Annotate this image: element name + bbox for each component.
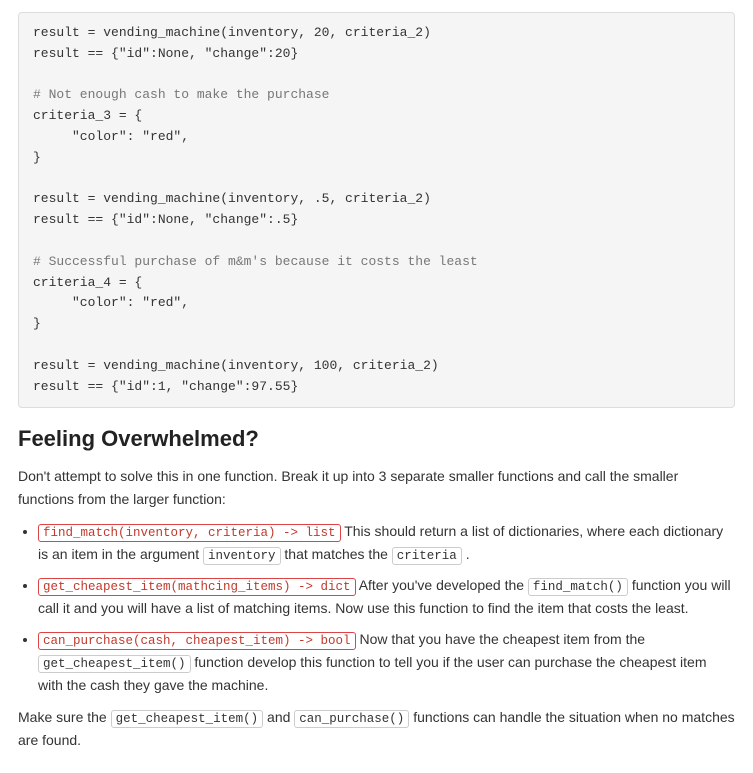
list-item-2: get_cheapest_item(mathcing_items) -> dic… (38, 574, 735, 619)
code-comment-2: # Successful purchase of m&m's because i… (33, 254, 478, 269)
bullet-text-1c: . (466, 546, 470, 562)
code-line-12: result == {"id":1, "change":97.55} (33, 379, 298, 394)
bullet-inline-inventory: inventory (203, 547, 281, 565)
code-line-4: "color": "red", (33, 129, 189, 144)
code-line-8: criteria_4 = { (33, 275, 142, 290)
code-line-7: result == {"id":None, "change":.5} (33, 212, 298, 227)
code-line-2: result == {"id":None, "change":20} (33, 46, 298, 61)
code-line-11: result = vending_machine(inventory, 100,… (33, 358, 439, 373)
code-line-10: } (33, 316, 41, 331)
bullet-code-2: get_cheapest_item(mathcing_items) -> dic… (38, 578, 356, 596)
bullet-text-3a: Now that you have the cheapest item from… (359, 631, 645, 647)
bullet-text-1b: that matches the (284, 546, 391, 562)
bullet-code-1: find_match(inventory, criteria) -> list (38, 524, 341, 542)
list-item-1: find_match(inventory, criteria) -> list … (38, 520, 735, 566)
bullet-list: find_match(inventory, criteria) -> list … (38, 520, 735, 696)
list-item-3: can_purchase(cash, cheapest_item) -> boo… (38, 628, 735, 696)
bullet-inline-get-cheapest: get_cheapest_item() (38, 655, 191, 673)
code-line-1: result = vending_machine(inventory, 20, … (33, 25, 431, 40)
bullet-inline-find-match: find_match() (528, 578, 628, 596)
section-heading: Feeling Overwhelmed? (18, 422, 735, 455)
footer-paragraph: Make sure the get_cheapest_item() and ca… (18, 706, 735, 751)
code-line-3: criteria_3 = { (33, 108, 142, 123)
footer-code-1: get_cheapest_item() (111, 710, 264, 728)
footer-text-1: Make sure the (18, 709, 111, 725)
code-line-5: } (33, 150, 41, 165)
code-line-6: result = vending_machine(inventory, .5, … (33, 191, 431, 206)
code-block: result = vending_machine(inventory, 20, … (18, 12, 735, 408)
code-line-9: "color": "red", (33, 295, 189, 310)
footer-text-2: and (267, 709, 294, 725)
code-comment-1: # Not enough cash to make the purchase (33, 87, 329, 102)
bullet-inline-criteria: criteria (392, 547, 462, 565)
intro-paragraph: Don't attempt to solve this in one funct… (18, 465, 735, 510)
footer-code-2: can_purchase() (294, 710, 409, 728)
bullet-text-2a: After you've developed the (359, 577, 528, 593)
bullet-code-3: can_purchase(cash, cheapest_item) -> boo… (38, 632, 356, 650)
